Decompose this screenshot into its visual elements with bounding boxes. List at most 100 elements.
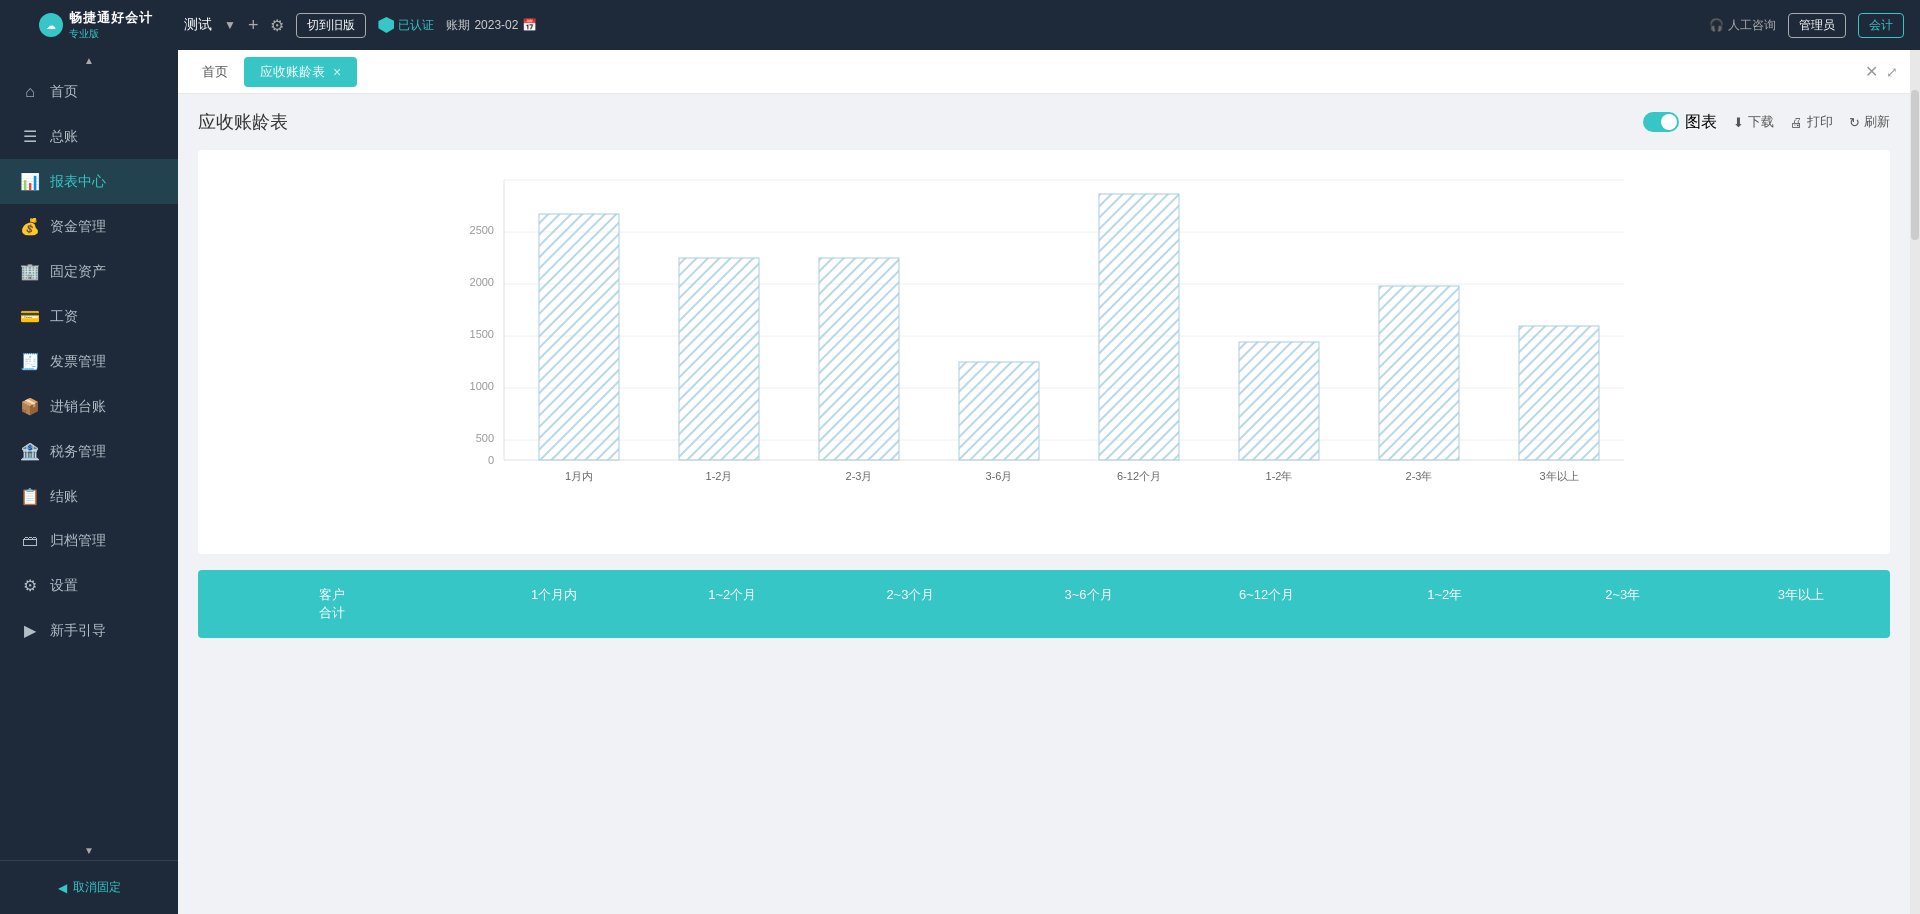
sidebar-item-label: 进销台账 bbox=[50, 398, 106, 416]
close-account-icon: 📋 bbox=[20, 487, 40, 506]
scroll-indicator-top: ▲ bbox=[0, 50, 178, 70]
sidebar-item-label: 税务管理 bbox=[50, 443, 106, 461]
report-header: 应收账龄表 图表 ⬇ 下载 🖨 bbox=[198, 110, 1890, 134]
sidebar-item-label: 首页 bbox=[50, 83, 78, 101]
sidebar-item-reports[interactable]: 📊 报表中心 bbox=[0, 159, 178, 204]
svg-text:0: 0 bbox=[488, 454, 494, 466]
sidebar-item-guide[interactable]: ▶ 新手引导 bbox=[0, 608, 178, 653]
sidebar-item-label: 发票管理 bbox=[50, 353, 106, 371]
add-button[interactable]: + bbox=[248, 15, 259, 36]
table-header-cell-3yearplus: 3年以上 bbox=[1712, 586, 1890, 604]
svg-text:2-3月: 2-3月 bbox=[846, 470, 873, 482]
headset-icon: 🎧 bbox=[1709, 18, 1724, 32]
sidebar-item-invoices[interactable]: 🧾 发票管理 bbox=[0, 339, 178, 384]
print-label: 打印 bbox=[1807, 113, 1833, 131]
refresh-button[interactable]: ↻ 刷新 bbox=[1849, 113, 1890, 131]
svg-rect-18 bbox=[679, 258, 759, 460]
svg-rect-20 bbox=[819, 258, 899, 460]
main-layout: ▲ ⌂ 首页 ☰ 总账 📊 报表中心 💰 资金管理 🏢 固定资产 bbox=[0, 50, 1920, 914]
svg-rect-30 bbox=[1519, 326, 1599, 460]
old-version-button[interactable]: 切到旧版 bbox=[296, 13, 366, 38]
sidebar-item-wages[interactable]: 💳 工资 bbox=[0, 294, 178, 339]
tax-icon: 🏦 bbox=[20, 442, 40, 461]
sidebar-item-ledger[interactable]: ☰ 总账 bbox=[0, 114, 178, 159]
sidebar-item-label: 新手引导 bbox=[50, 622, 106, 640]
print-icon: 🖨 bbox=[1790, 115, 1803, 130]
tab-active[interactable]: 应收账龄表 × bbox=[244, 57, 357, 87]
sidebar-item-archive[interactable]: 🗃 归档管理 bbox=[0, 519, 178, 563]
project-dropdown-button[interactable]: ▼ bbox=[224, 18, 236, 32]
sidebar-item-assets[interactable]: 🏢 固定资产 bbox=[0, 249, 178, 294]
sidebar-item-home[interactable]: ⌂ 首页 bbox=[0, 70, 178, 114]
toggle-knob bbox=[1661, 114, 1677, 130]
period-info: 账期 2023-02 📅 bbox=[446, 17, 537, 34]
tab-bar-right: ✕ ⤢ bbox=[1865, 62, 1898, 81]
download-button[interactable]: ⬇ 下载 bbox=[1733, 113, 1774, 131]
sidebar-item-tax[interactable]: 🏦 税务管理 bbox=[0, 429, 178, 474]
table-header-cell-1month: 1个月内 bbox=[465, 586, 643, 604]
cancel-fixed-label: 取消固定 bbox=[73, 879, 121, 896]
sidebar-item-label: 归档管理 bbox=[50, 532, 106, 550]
sidebar-item-purchase-sales[interactable]: 📦 进销台账 bbox=[0, 384, 178, 429]
wages-icon: 💳 bbox=[20, 307, 40, 326]
funds-icon: 💰 bbox=[20, 217, 40, 236]
svg-rect-26 bbox=[1239, 342, 1319, 460]
sidebar-item-label: 设置 bbox=[50, 577, 78, 595]
manager-button[interactable]: 管理员 bbox=[1788, 13, 1846, 38]
svg-text:2-3年: 2-3年 bbox=[1406, 470, 1433, 482]
svg-rect-22 bbox=[959, 362, 1039, 460]
guide-icon: ▶ bbox=[20, 621, 40, 640]
accountant-button[interactable]: 会计 bbox=[1858, 13, 1904, 38]
sidebar-bottom: ◀ 取消固定 bbox=[0, 860, 178, 914]
sidebar: ▲ ⌂ 首页 ☰ 总账 📊 报表中心 💰 资金管理 🏢 固定资产 bbox=[0, 50, 178, 914]
scroll-indicator-bottom: ▼ bbox=[0, 840, 178, 860]
tab-active-label: 应收账龄表 bbox=[260, 63, 325, 81]
svg-text:2000: 2000 bbox=[470, 276, 494, 288]
chart-toggle[interactable]: 图表 bbox=[1643, 112, 1717, 133]
verified-label: 已认证 bbox=[398, 17, 434, 34]
tab-close-button[interactable]: × bbox=[333, 65, 341, 79]
sidebar-item-funds[interactable]: 💰 资金管理 bbox=[0, 204, 178, 249]
support-button[interactable]: 🎧 人工咨询 bbox=[1709, 17, 1776, 34]
purchase-sales-icon: 📦 bbox=[20, 397, 40, 416]
report-title: 应收账龄表 bbox=[198, 110, 288, 134]
tab-bar: 首页 应收账龄表 × ✕ ⤢ bbox=[178, 50, 1910, 94]
sidebar-nav: ⌂ 首页 ☰ 总账 📊 报表中心 💰 资金管理 🏢 固定资产 💳 工资 bbox=[0, 70, 178, 840]
logo-icon: ☁ bbox=[39, 13, 63, 37]
table-header-cell-1-2year: 1~2年 bbox=[1356, 586, 1534, 604]
table-header-cell-2-3year: 2~3年 bbox=[1534, 586, 1712, 604]
project-name: 测试 bbox=[184, 16, 212, 34]
svg-text:6-12个月: 6-12个月 bbox=[1117, 470, 1161, 482]
table-header-cell-total: 合计 bbox=[198, 604, 465, 622]
content-area: 首页 应收账龄表 × ✕ ⤢ 应收账龄表 bbox=[178, 50, 1910, 914]
sidebar-item-settings[interactable]: ⚙ 设置 bbox=[0, 563, 178, 608]
right-scrollbar[interactable] bbox=[1910, 50, 1920, 914]
svg-text:3-6月: 3-6月 bbox=[986, 470, 1013, 482]
top-header: ☁ 畅捷通好会计 专业版 测试 ▼ + ⚙ 切到旧版 已认证 账期 2023-0… bbox=[0, 0, 1920, 50]
period-value: 2023-02 bbox=[474, 18, 518, 32]
sidebar-item-label: 固定资产 bbox=[50, 263, 106, 281]
svg-text:1500: 1500 bbox=[470, 328, 494, 340]
tab-home[interactable]: 首页 bbox=[186, 57, 244, 87]
refresh-icon: ↻ bbox=[1849, 115, 1860, 130]
settings-button[interactable]: ⚙ bbox=[270, 16, 284, 35]
panel-close-button[interactable]: ✕ bbox=[1865, 62, 1878, 81]
logo-area: ☁ 畅捷通好会计 专业版 bbox=[16, 9, 176, 41]
svg-text:2500: 2500 bbox=[470, 224, 494, 236]
print-button[interactable]: 🖨 打印 bbox=[1790, 113, 1833, 131]
sidebar-item-label: 总账 bbox=[50, 128, 78, 146]
download-label: 下载 bbox=[1748, 113, 1774, 131]
calendar-icon[interactable]: 📅 bbox=[522, 18, 537, 32]
svg-text:3年以上: 3年以上 bbox=[1539, 470, 1578, 482]
panel-expand-button[interactable]: ⤢ bbox=[1886, 64, 1898, 80]
shield-icon bbox=[378, 17, 394, 33]
chart-area: 0 500 1000 1500 2000 2500 bbox=[198, 150, 1890, 554]
table-header: 客户 1个月内 1~2个月 2~3个月 3~6个月 6~12个月 1~2年 2~… bbox=[198, 570, 1890, 638]
refresh-label: 刷新 bbox=[1864, 113, 1890, 131]
chart-label: 图表 bbox=[1685, 112, 1717, 133]
sidebar-item-close[interactable]: 📋 结账 bbox=[0, 474, 178, 519]
cancel-fixed-button[interactable]: ◀ 取消固定 bbox=[0, 871, 178, 904]
table-header-cell-customer: 客户 bbox=[198, 586, 465, 604]
svg-text:500: 500 bbox=[476, 432, 494, 444]
toggle-switch[interactable] bbox=[1643, 112, 1679, 132]
